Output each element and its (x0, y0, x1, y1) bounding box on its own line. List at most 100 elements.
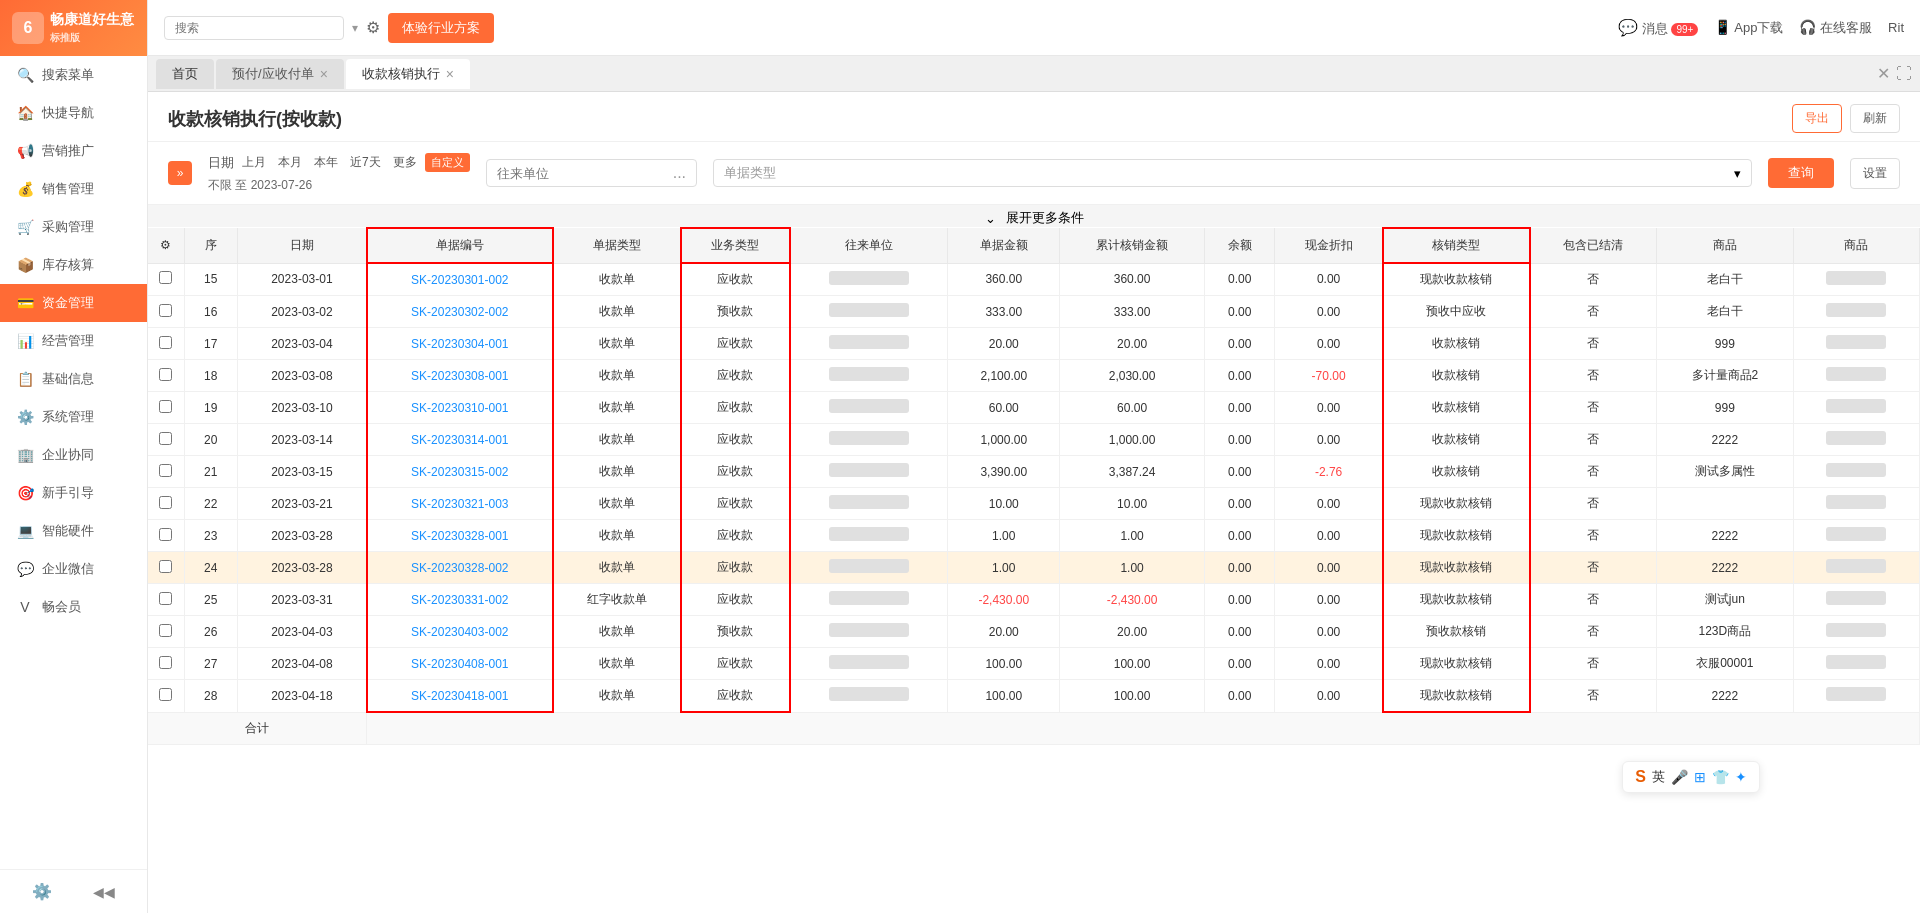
filter-more[interactable]: 更多 (389, 152, 421, 173)
tab-close-icon[interactable]: ✕ (1877, 64, 1890, 83)
doc-no-link[interactable]: SK-20230321-003 (411, 497, 508, 511)
td-checkbox[interactable] (148, 648, 184, 680)
sidebar-label-search: 搜索菜单 (42, 66, 94, 84)
settings-button[interactable]: 设置 (1850, 158, 1900, 189)
table-row[interactable]: 23 2023-03-28 SK-20230328-001 收款单 应收款 1.… (148, 520, 1920, 552)
table-area[interactable]: ⚙ 序 日期 单据编号 单据类型 业务类型 往来单位 单据金额 累计核销金额 余… (148, 227, 1920, 913)
doc-no-link[interactable]: SK-20230328-002 (411, 561, 508, 575)
doc-no-link[interactable]: SK-20230403-002 (411, 625, 508, 639)
doc-no-link[interactable]: SK-20230310-001 (411, 401, 508, 415)
td-checkbox[interactable] (148, 584, 184, 616)
td-doc-type: 收款单 (553, 520, 681, 552)
filter-expand-button[interactable]: » (168, 161, 192, 185)
doc-no-link[interactable]: SK-20230331-002 (411, 593, 508, 607)
sidebar-item-enterprise[interactable]: 🏢 企业协同 (0, 436, 147, 474)
shirt-icon[interactable]: 👕 (1712, 769, 1729, 785)
filter-7days[interactable]: 近7天 (346, 152, 385, 173)
doc-no-link[interactable]: SK-20230302-002 (411, 305, 508, 319)
topbar-gear-icon[interactable]: ⚙ (366, 18, 380, 37)
sidebar-item-search[interactable]: 🔍 搜索菜单 (0, 56, 147, 94)
sidebar-item-inventory[interactable]: 📦 库存核算 (0, 246, 147, 284)
table-row[interactable]: 22 2023-03-21 SK-20230321-003 收款单 应收款 10… (148, 488, 1920, 520)
grid-icon[interactable]: ⊞ (1694, 769, 1706, 785)
sidebar-item-quick-nav[interactable]: 🏠 快捷导航 (0, 94, 147, 132)
filter-partner[interactable]: ... (486, 159, 697, 187)
sidebar-item-sales[interactable]: 💰 销售管理 (0, 170, 147, 208)
th-gear[interactable]: ⚙ (148, 228, 184, 263)
tab-payable-close[interactable]: × (320, 66, 328, 82)
doc-no-link[interactable]: SK-20230308-001 (411, 369, 508, 383)
table-row[interactable]: 16 2023-03-02 SK-20230302-002 收款单 预收款 33… (148, 296, 1920, 328)
partner-dots[interactable]: ... (673, 164, 686, 182)
partner-input[interactable] (497, 166, 665, 181)
mic-icon[interactable]: 🎤 (1671, 769, 1688, 785)
export-button[interactable]: 导出 (1792, 104, 1842, 133)
doc-no-link[interactable]: SK-20230418-001 (411, 689, 508, 703)
td-checkbox[interactable] (148, 296, 184, 328)
tab-collection-close[interactable]: × (446, 66, 454, 82)
td-checkbox[interactable] (148, 263, 184, 296)
td-checkbox[interactable] (148, 392, 184, 424)
table-row[interactable]: 20 2023-03-14 SK-20230314-001 收款单 应收款 1,… (148, 424, 1920, 456)
tab-expand-icon[interactable]: ⛶ (1896, 65, 1912, 83)
sidebar-item-wechat[interactable]: 💬 企业微信 (0, 550, 147, 588)
sidebar-item-vip[interactable]: V 畅会员 (0, 588, 147, 626)
table-row[interactable]: 26 2023-04-03 SK-20230403-002 收款单 预收款 20… (148, 616, 1920, 648)
user-name[interactable]: Rit (1888, 20, 1904, 35)
refresh-button[interactable]: 刷新 (1850, 104, 1900, 133)
collapse-icon[interactable]: ◀◀ (93, 884, 115, 900)
doc-no-link[interactable]: SK-20230304-001 (411, 337, 508, 351)
td-checkbox[interactable] (148, 360, 184, 392)
td-checkbox[interactable] (148, 616, 184, 648)
filter-custom[interactable]: 自定义 (425, 153, 470, 172)
sidebar-item-marketing[interactable]: 📢 营销推广 (0, 132, 147, 170)
td-checkbox[interactable] (148, 488, 184, 520)
app-download[interactable]: 📱 App下载 (1714, 19, 1783, 37)
table-row[interactable]: 21 2023-03-15 SK-20230315-002 收款单 应收款 3,… (148, 456, 1920, 488)
doc-no-link[interactable]: SK-20230301-002 (411, 273, 508, 287)
doc-no-link[interactable]: SK-20230314-001 (411, 433, 508, 447)
tab-payable[interactable]: 预付/应收付单 × (216, 59, 344, 89)
td-checkbox[interactable] (148, 456, 184, 488)
filter-this-month[interactable]: 本月 (274, 152, 306, 173)
td-checkbox[interactable] (148, 520, 184, 552)
sidebar-item-purchase[interactable]: 🛒 采购管理 (0, 208, 147, 246)
table-row[interactable]: 27 2023-04-08 SK-20230408-001 收款单 应收款 10… (148, 648, 1920, 680)
star-icon[interactable]: ✦ (1735, 769, 1747, 785)
td-checkbox[interactable] (148, 552, 184, 584)
online-service[interactable]: 🎧 在线客服 (1799, 19, 1872, 37)
table-row[interactable]: 17 2023-03-04 SK-20230304-001 收款单 应收款 20… (148, 328, 1920, 360)
sidebar-item-guide[interactable]: 🎯 新手引导 (0, 474, 147, 512)
table-row[interactable]: 28 2023-04-18 SK-20230418-001 收款单 应收款 10… (148, 680, 1920, 713)
doc-no-link[interactable]: SK-20230408-001 (411, 657, 508, 671)
table-row[interactable]: 19 2023-03-10 SK-20230310-001 收款单 应收款 60… (148, 392, 1920, 424)
message-area[interactable]: 💬 消息 99+ (1618, 18, 1698, 38)
filter-this-year[interactable]: 本年 (310, 152, 342, 173)
tab-collection[interactable]: 收款核销执行 × (346, 59, 470, 89)
doc-no-link[interactable]: SK-20230315-002 (411, 465, 508, 479)
sidebar-item-operations[interactable]: 📊 经营管理 (0, 322, 147, 360)
sidebar-item-system[interactable]: ⚙️ 系统管理 (0, 398, 147, 436)
solution-button[interactable]: 体验行业方案 (388, 13, 494, 43)
topbar-search[interactable] (164, 16, 344, 40)
td-checkbox[interactable] (148, 424, 184, 456)
table-row[interactable]: 18 2023-03-08 SK-20230308-001 收款单 应收款 2,… (148, 360, 1920, 392)
query-button[interactable]: 查询 (1768, 158, 1834, 188)
doc-no-link[interactable]: SK-20230328-001 (411, 529, 508, 543)
table-row[interactable]: 25 2023-03-31 SK-20230331-002 红字收款单 应收款 … (148, 584, 1920, 616)
tab-home[interactable]: 首页 (156, 59, 214, 89)
sidebar-item-hardware[interactable]: 💻 智能硬件 (0, 512, 147, 550)
topbar-arrow[interactable]: ▾ (352, 21, 358, 35)
td-balance: 0.00 (1205, 616, 1275, 648)
sidebar-item-finance[interactable]: 💳 资金管理 (0, 284, 147, 322)
sidebar-item-basic[interactable]: 📋 基础信息 (0, 360, 147, 398)
type-dropdown-arrow[interactable]: ▾ (1734, 166, 1741, 181)
table-row[interactable]: 15 2023-03-01 SK-20230301-002 收款单 应收款 36… (148, 263, 1920, 296)
table-row[interactable]: 24 2023-03-28 SK-20230328-002 收款单 应收款 1.… (148, 552, 1920, 584)
settings-icon[interactable]: ⚙️ (32, 882, 52, 901)
filter-last-month[interactable]: 上月 (238, 152, 270, 173)
filter-type[interactable]: 单据类型 ▾ (713, 159, 1752, 187)
td-checkbox[interactable] (148, 328, 184, 360)
filter-expand-row[interactable]: ⌄ 展开更多条件 (148, 209, 1920, 227)
td-checkbox[interactable] (148, 680, 184, 713)
